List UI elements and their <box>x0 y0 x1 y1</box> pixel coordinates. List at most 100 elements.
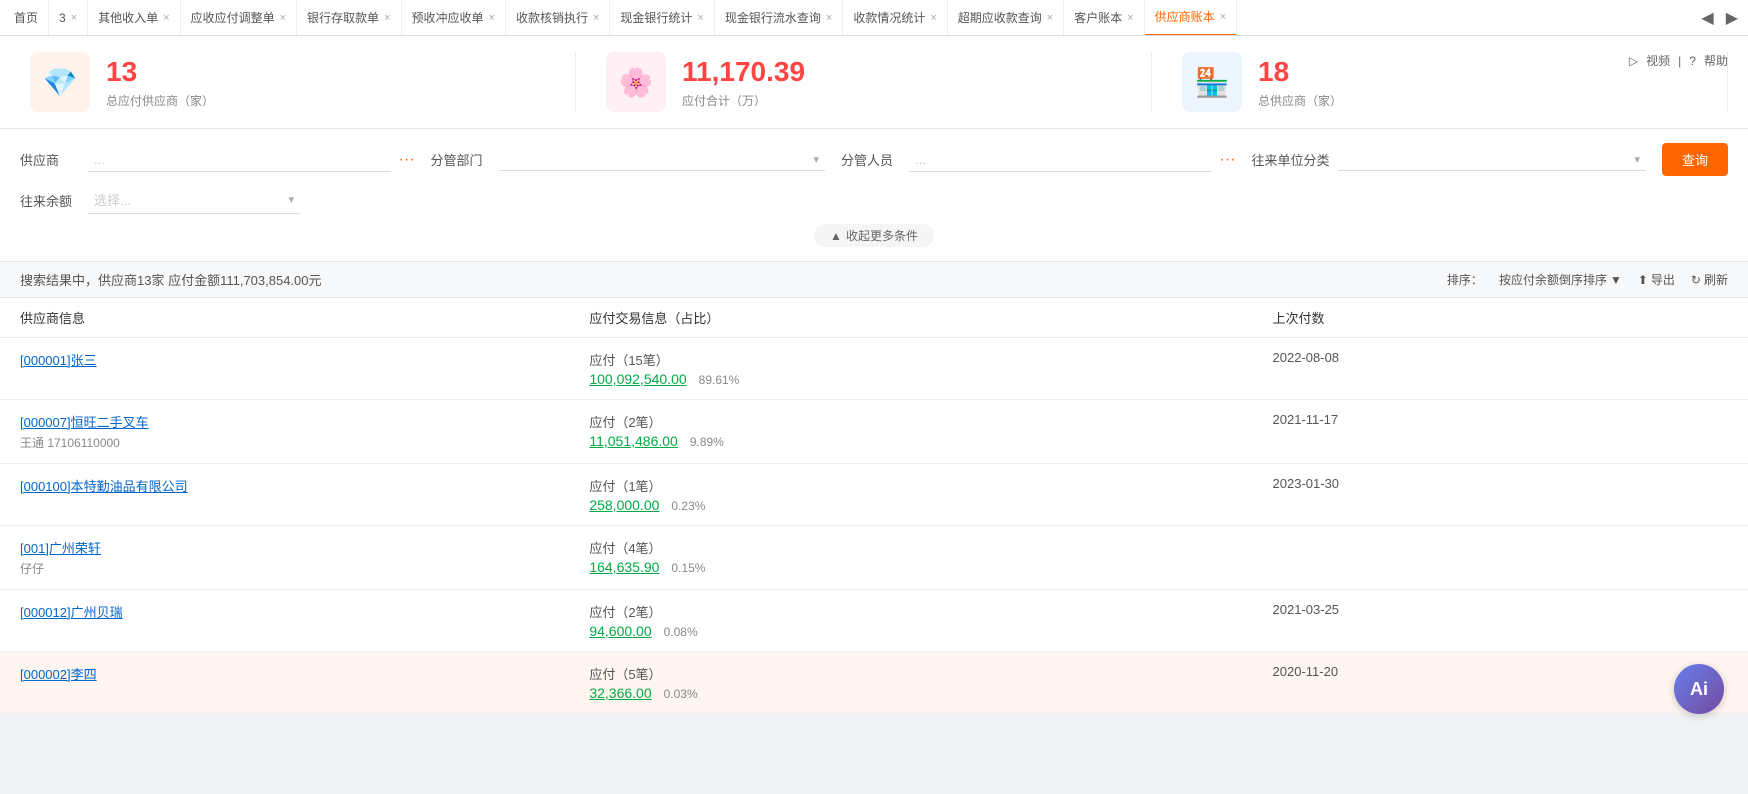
nav-arrow-left[interactable]: ◀ <box>1695 8 1719 28</box>
stat-icon-diamond: 💎 <box>30 52 90 112</box>
export-label: 导出 <box>1651 271 1675 288</box>
stat-value-3: 18 <box>1258 55 1342 89</box>
trans-amount-4[interactable]: 94,600.00 <box>589 623 651 639</box>
close-tab-receipt-stat-icon[interactable]: × <box>930 12 936 24</box>
help-icon: ? <box>1689 54 1696 68</box>
video-icon: ▷ <box>1629 54 1638 68</box>
supplier-label: 供应商 <box>20 150 80 169</box>
trans-label-5: 应付（5笔） <box>589 664 1272 683</box>
supplier-link-1[interactable]: [000007]恒旺二手叉车 <box>20 415 149 430</box>
supplier-sub-3: 仔仔 <box>20 560 589 577</box>
collapse-label: 收起更多条件 <box>846 227 918 244</box>
nav-tab-home[interactable]: 首页 <box>4 0 49 36</box>
close-tab-overdue-query-icon[interactable]: × <box>1047 12 1053 24</box>
dept-select[interactable]: ▾ <box>499 149 826 171</box>
close-tab-supplier-account-icon[interactable]: × <box>1220 11 1226 23</box>
table-row: [001]广州荣轩仔仔应付（4笔）164,635.900.15% <box>0 526 1748 590</box>
nav-tab-overdue-query[interactable]: 超期应收款查询 × <box>948 0 1064 36</box>
close-tab-other-income-icon[interactable]: × <box>163 12 169 24</box>
supplier-dots-icon[interactable]: ··· <box>399 151 415 169</box>
supplier-col-3: [001]广州荣轩仔仔 <box>20 538 589 577</box>
balance-select[interactable]: 选择... ▾ <box>88 186 300 214</box>
stat-icon-store: 🏪 <box>1182 52 1242 112</box>
filter-row-1: 供应商 ··· 分管部门 ▾ 分管人员 ··· 往来单位分类 ▾ 查询 <box>20 143 1728 176</box>
supplier-link-5[interactable]: [000002]李四 <box>20 667 97 682</box>
trans-row-3: 164,635.90 0.15% <box>589 557 1272 575</box>
balance-arrow-icon: ▾ <box>288 193 294 206</box>
trans-row-1: 11,051,486.009.89% <box>589 431 1272 449</box>
refresh-icon: ↻ <box>1691 273 1701 287</box>
filter-item-category: 往来单位分类 ▾ <box>1252 149 1647 171</box>
nav-tab-receipt-stat[interactable]: 收款情况统计 × <box>843 0 947 36</box>
category-select[interactable]: ▾ <box>1338 149 1646 171</box>
nav-arrow-right[interactable]: ▶ <box>1720 8 1744 28</box>
transaction-col-2: 应付（1笔）258,000.000.23% <box>589 476 1272 513</box>
trans-amount-2[interactable]: 258,000.00 <box>589 497 659 513</box>
close-tab-cash-bank-stat-icon[interactable]: × <box>697 12 703 24</box>
filter-row-2: 往来余额 选择... ▾ <box>20 186 1728 214</box>
close-tab-cash-bank-flow-icon[interactable]: × <box>826 12 832 24</box>
result-bar: 搜索结果中，供应商13家 应付金额111,703,854.00元 排序： 按应付… <box>0 262 1748 298</box>
col-header-supplier: 供应商信息 <box>20 308 589 327</box>
lastpay-date-2: 2023-01-30 <box>1273 476 1728 491</box>
nav-tab-customer-account[interactable]: 客户账本 × <box>1064 0 1144 36</box>
trans-pct-5: 0.03% <box>664 687 698 701</box>
help-link[interactable]: 帮助 <box>1704 52 1728 69</box>
close-tab-bank-deposit-icon[interactable]: × <box>384 12 390 24</box>
nav-tab-other-income[interactable]: 其他收入单 × <box>88 0 180 36</box>
table-row: [000100]本特勤油品有限公司应付（1笔）258,000.000.23%20… <box>0 464 1748 526</box>
refresh-label: 刷新 <box>1704 271 1728 288</box>
supplier-input[interactable] <box>88 148 391 172</box>
filter-item-balance: 往来余额 选择... ▾ <box>20 186 300 214</box>
filter-item-dept: 分管部门 ▾ <box>431 149 826 171</box>
refresh-button[interactable]: ↻ 刷新 <box>1691 271 1728 288</box>
nav-tab-receipt-exec[interactable]: 收款核销执行 × <box>506 0 610 36</box>
filter-area: 供应商 ··· 分管部门 ▾ 分管人员 ··· 往来单位分类 ▾ 查询 <box>0 129 1748 262</box>
balance-label: 往来余额 <box>20 191 80 210</box>
close-tab-customer-account-icon[interactable]: × <box>1127 12 1133 24</box>
stat-content-2: 11,170.39 应付合计（万） <box>682 55 805 110</box>
ai-badge[interactable]: Ai <box>1674 664 1724 714</box>
sort-label: 排序： <box>1447 271 1483 288</box>
trans-amount-3[interactable]: 164,635.90 <box>589 559 659 575</box>
stat-value-1: 13 <box>106 55 214 89</box>
supplier-col-5: [000002]李四 <box>20 664 589 683</box>
trans-label-2: 应付（1笔） <box>589 476 1272 495</box>
dept-label: 分管部门 <box>431 150 491 169</box>
nav-tab-bank-deposit[interactable]: 银行存取款单 × <box>297 0 401 36</box>
nav-tab-cash-bank-stat[interactable]: 现金银行统计 × <box>610 0 714 36</box>
supplier-link-3[interactable]: [001]广州荣轩 <box>20 541 101 556</box>
stat-label-2: 应付合计（万） <box>682 92 805 109</box>
table-row: [000001]张三应付（15笔）100,092,540.0089.61%202… <box>0 338 1748 400</box>
trans-amount-0[interactable]: 100,092,540.00 <box>589 371 686 387</box>
nav-tab-ap-adjust[interactable]: 应收应付调整单 × <box>181 0 297 36</box>
nav-tab-advance-write[interactable]: 预收冲应收单 × <box>402 0 506 36</box>
top-navigation: 首页3 ×其他收入单 ×应收应付调整单 ×银行存取款单 ×预收冲应收单 ×收款核… <box>0 0 1748 36</box>
close-tab-advance-write-icon[interactable]: × <box>489 12 495 24</box>
video-link[interactable]: 视频 <box>1646 52 1670 69</box>
trans-amount-5[interactable]: 32,366.00 <box>589 685 651 701</box>
supplier-col-1: [000007]恒旺二手叉车王通 17106110000 <box>20 412 589 451</box>
trans-pct-4: 0.08% <box>664 625 698 639</box>
nav-tab-tab3[interactable]: 3 × <box>49 0 88 36</box>
stat-label-1: 总应付供应商（家） <box>106 92 214 109</box>
close-tab-tab3-icon[interactable]: × <box>71 12 77 24</box>
search-button[interactable]: 查询 <box>1662 143 1728 176</box>
export-button[interactable]: ⬆ 导出 <box>1638 271 1675 288</box>
nav-tab-supplier-account[interactable]: 供应商账本 × <box>1145 0 1237 36</box>
person-dots-icon[interactable]: ··· <box>1220 151 1236 169</box>
close-tab-ap-adjust-icon[interactable]: × <box>280 12 286 24</box>
supplier-col-4: [000012]广州贝瑞 <box>20 602 589 621</box>
lastpay-col-5: 2020-11-20 <box>1273 664 1728 679</box>
sort-select[interactable]: 按应付余额倒序排序 ▼ <box>1499 271 1622 288</box>
nav-tab-cash-bank-flow[interactable]: 现金银行流水查询 × <box>715 0 843 36</box>
trans-pct-3: 0.15% <box>671 561 705 575</box>
person-input[interactable] <box>909 148 1212 172</box>
supplier-link-4[interactable]: [000012]广州贝瑞 <box>20 605 123 620</box>
close-tab-receipt-exec-icon[interactable]: × <box>593 12 599 24</box>
trans-amount-1[interactable]: 11,051,486.00 <box>589 433 678 449</box>
collapse-button[interactable]: ▲ 收起更多条件 <box>20 224 1728 247</box>
supplier-link-2[interactable]: [000100]本特勤油品有限公司 <box>20 479 188 494</box>
stat-value-2: 11,170.39 <box>682 55 805 89</box>
supplier-link-0[interactable]: [000001]张三 <box>20 353 97 368</box>
